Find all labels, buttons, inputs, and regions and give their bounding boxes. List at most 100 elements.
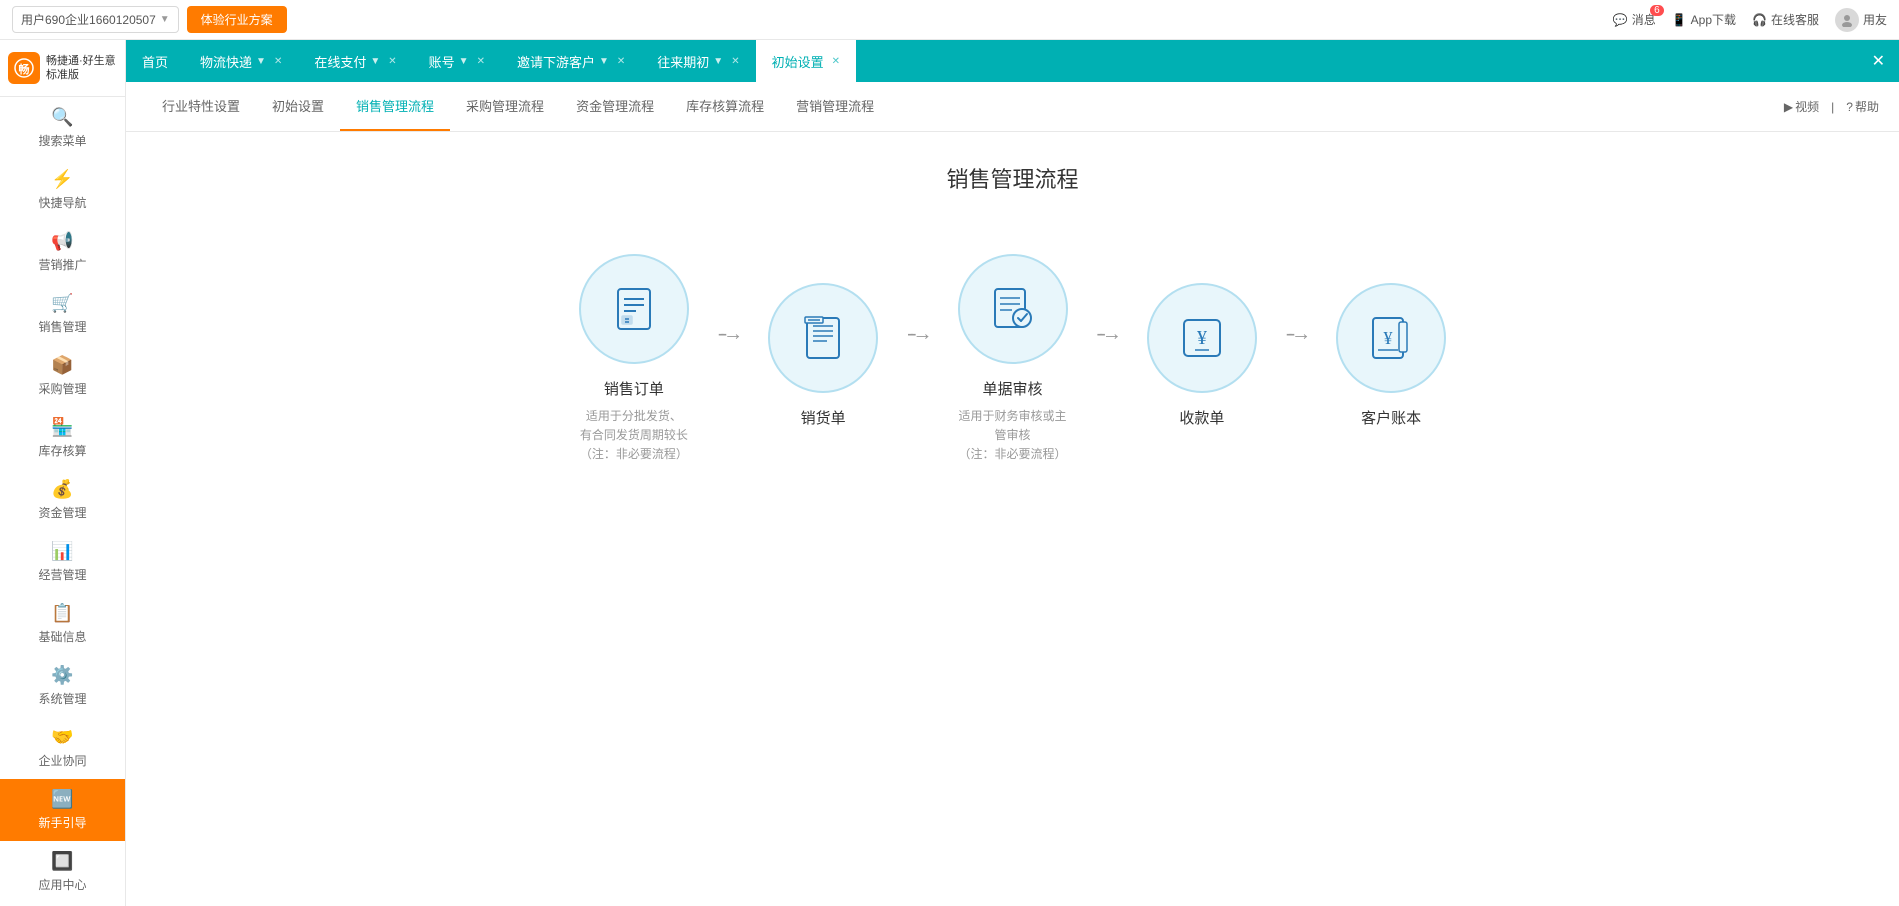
nav-tab-payment-label: 在线支付	[314, 52, 366, 71]
basic-icon: 📋	[51, 603, 73, 624]
inventory-icon: 🏪	[51, 417, 73, 438]
sub-tab-init-label: 初始设置	[272, 99, 324, 114]
sub-tab-industry[interactable]: 行业特性设置	[146, 82, 256, 131]
nav-tab-init[interactable]: 初始设置 ✕	[756, 40, 856, 82]
sidebar: 畅 畅捷通·好生意 标准版 🔍 搜索菜单 ⚡ 快捷导航 📢 营销推广 🛒 销售管…	[0, 40, 126, 906]
sidebar-item-purchase[interactable]: 📦 采购管理	[0, 345, 125, 407]
service-item[interactable]: 🎧 在线客服	[1752, 11, 1819, 28]
flow-circle-invoice	[768, 283, 878, 393]
sales-icon: 🛒	[51, 293, 73, 314]
sub-tab-capital[interactable]: 资金管理流程	[560, 82, 670, 131]
nav-tab-period[interactable]: 往来期初 ▼ ✕	[641, 40, 755, 82]
top-bar-left: 用户690企业1660120507 ▼ 体验行业方案	[12, 6, 287, 33]
page-title: 销售管理流程	[146, 162, 1879, 194]
trial-button[interactable]: 体验行业方案	[187, 6, 287, 33]
app-label: App下载	[1691, 11, 1736, 28]
sidebar-label-finance: 资金管理	[38, 504, 86, 521]
collab-icon: 🤝	[51, 727, 73, 748]
flow-arrow-1: --→	[718, 323, 739, 396]
ledger-icon: ¥	[1365, 312, 1417, 364]
nav-tab-period-label: 往来期初	[657, 52, 709, 71]
sidebar-item-inventory[interactable]: 🏪 库存核算	[0, 407, 125, 469]
sidebar-label-operation: 经营管理	[38, 566, 86, 583]
sub-tab-marketing[interactable]: 营销管理流程	[780, 82, 890, 131]
sidebar-item-system[interactable]: ⚙️ 系统管理	[0, 655, 125, 717]
search-icon: 🔍	[51, 107, 73, 128]
flow-circle-ledger: ¥	[1336, 283, 1446, 393]
sidebar-item-marketing[interactable]: 📢 营销推广	[0, 221, 125, 283]
help-link[interactable]: ? 帮助	[1846, 98, 1879, 115]
avatar	[1835, 8, 1859, 32]
sub-tab-init[interactable]: 初始设置	[256, 82, 340, 131]
sub-tab-sales[interactable]: 销售管理流程	[340, 82, 450, 131]
sidebar-item-sales[interactable]: 🛒 销售管理	[0, 283, 125, 345]
period-close[interactable]: ✕	[731, 56, 739, 67]
flow-label-ledger: 客户账本	[1361, 407, 1421, 428]
system-icon: ⚙️	[51, 665, 73, 686]
account-arrow: ▼	[459, 56, 469, 67]
logistics-arrow: ▼	[256, 56, 266, 67]
flow-step-invoice: 销货单	[743, 283, 903, 436]
invite-close[interactable]: ✕	[617, 56, 625, 67]
purchase-icon: 📦	[51, 355, 73, 376]
sidebar-item-quicknav[interactable]: ⚡ 快捷导航	[0, 159, 125, 221]
sub-header-right: ▶ 视频 | ? 帮助	[1784, 98, 1879, 115]
main-layout: 畅 畅捷通·好生意 标准版 🔍 搜索菜单 ⚡ 快捷导航 📢 营销推广 🛒 销售管…	[0, 40, 1899, 906]
content-area: 首页 物流快递 ▼ ✕ 在线支付 ▼ ✕ 账号 ▼ ✕ 邀请下游客户 ▼ ✕	[126, 40, 1899, 906]
flow-step-ledger: ¥ 客户账本	[1311, 283, 1471, 436]
nav-tab-home[interactable]: 首页	[126, 40, 184, 82]
account-close[interactable]: ✕	[477, 56, 485, 67]
user-selector[interactable]: 用户690企业1660120507 ▼	[12, 6, 179, 33]
sidebar-label-appcenter: 应用中心	[38, 876, 86, 893]
invoice-icon	[797, 312, 849, 364]
sidebar-item-collab[interactable]: 🤝 企业协同	[0, 717, 125, 779]
app-download-item[interactable]: 📱 App下载	[1672, 11, 1736, 28]
flow-circle-receipt: ¥	[1147, 283, 1257, 393]
sidebar-label-inventory: 库存核算	[38, 442, 86, 459]
sidebar-label-purchase: 采购管理	[38, 380, 86, 397]
sidebar-item-finance[interactable]: 💰 资金管理	[0, 469, 125, 531]
sidebar-logo: 畅 畅捷通·好生意 标准版	[0, 40, 125, 97]
nav-tab-invite[interactable]: 邀请下游客户 ▼ ✕	[501, 40, 641, 82]
message-icon: 💬	[1613, 13, 1628, 27]
sub-tab-inventory[interactable]: 库存核算流程	[670, 82, 780, 131]
sales-order-icon	[608, 283, 660, 335]
user-dropdown-arrow: ▼	[160, 14, 170, 25]
operation-icon: 📊	[51, 541, 73, 562]
svg-text:畅: 畅	[19, 62, 30, 76]
top-bar: 用户690企业1660120507 ▼ 体验行业方案 💬 消息 6 📱 App下…	[0, 0, 1899, 40]
message-item[interactable]: 💬 消息 6	[1613, 11, 1656, 28]
top-bar-right: 💬 消息 6 📱 App下载 🎧 在线客服 用友	[1613, 8, 1887, 32]
payment-close[interactable]: ✕	[388, 56, 396, 67]
sub-tab-sales-label: 销售管理流程	[356, 99, 434, 114]
newguide-icon: 🆕	[51, 789, 73, 810]
nav-tab-logistics[interactable]: 物流快递 ▼ ✕	[184, 40, 298, 82]
flow-label-invoice: 销货单	[801, 407, 846, 428]
global-close-icon[interactable]: ✕	[1858, 51, 1899, 71]
nav-tab-payment[interactable]: 在线支付 ▼ ✕	[298, 40, 412, 82]
sidebar-item-basic[interactable]: 📋 基础信息	[0, 593, 125, 655]
flow-step-receipt: ¥ 收款单	[1122, 283, 1282, 436]
sidebar-label-system: 系统管理	[38, 690, 86, 707]
sidebar-item-newguide[interactable]: 🆕 新手引导	[0, 779, 125, 841]
quicknav-icon: ⚡	[51, 169, 73, 190]
nav-tab-invite-label: 邀请下游客户	[517, 52, 595, 71]
video-link[interactable]: ▶ 视频	[1784, 98, 1819, 115]
user-label: 用友	[1863, 11, 1887, 28]
sidebar-label-collab: 企业协同	[38, 752, 86, 769]
flow-desc-sales-order: 适用于分批发货、有合同发货周期较长（注：非必要流程）	[580, 407, 688, 465]
marketing-icon: 📢	[51, 231, 73, 252]
sub-tab-purchase[interactable]: 采购管理流程	[450, 82, 560, 131]
sidebar-item-search[interactable]: 🔍 搜索菜单	[0, 97, 125, 159]
sidebar-item-operation[interactable]: 📊 经营管理	[0, 531, 125, 593]
user-avatar-item[interactable]: 用友	[1835, 8, 1887, 32]
flow-label-sales-order: 销售订单	[604, 378, 664, 399]
sidebar-item-appcenter[interactable]: 🔲 应用中心	[0, 841, 125, 903]
init-close[interactable]: ✕	[832, 56, 840, 67]
sub-tab-marketing-label: 营销管理流程	[796, 99, 874, 114]
sub-tabs: 行业特性设置 初始设置 销售管理流程 采购管理流程 资金管理流程 库存核算流程	[146, 82, 890, 131]
nav-tab-account[interactable]: 账号 ▼ ✕	[413, 40, 501, 82]
service-label: 在线客服	[1771, 11, 1819, 28]
logistics-close[interactable]: ✕	[274, 56, 282, 67]
nav-tab-home-label: 首页	[142, 52, 168, 71]
